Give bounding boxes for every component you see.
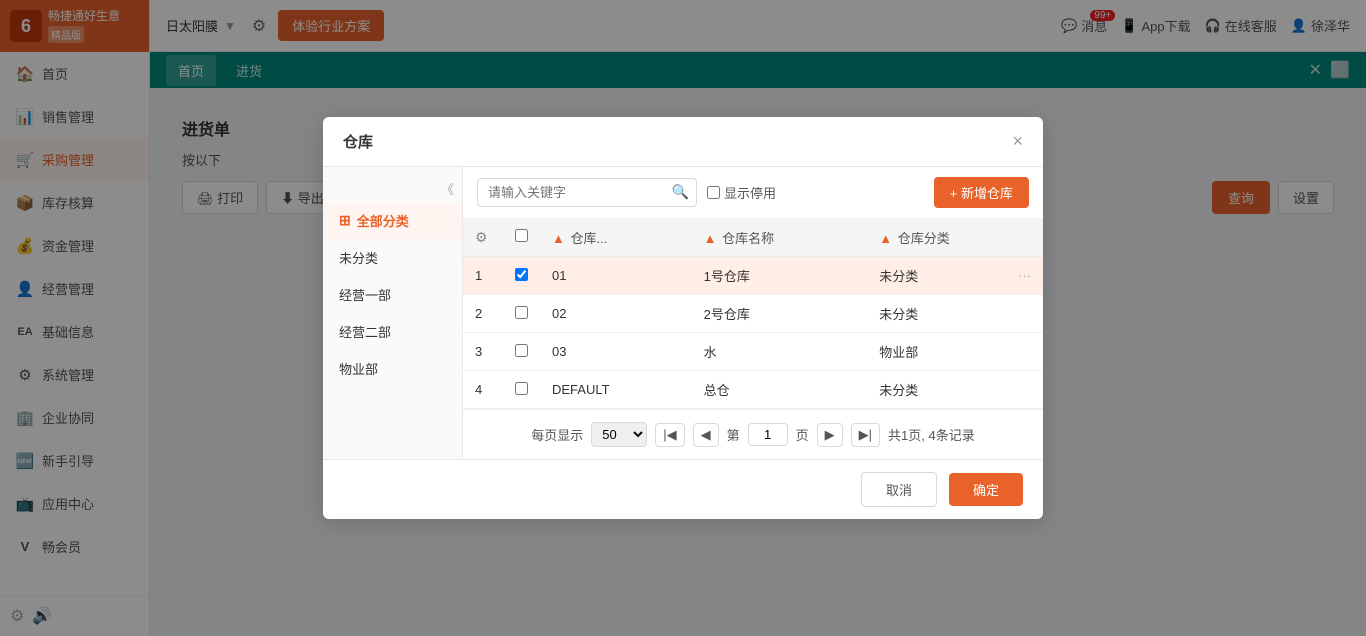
row-num: 3	[463, 333, 503, 371]
page-next-button[interactable]: ▶	[817, 423, 843, 447]
category-item-ops2[interactable]: 经营二部	[323, 313, 462, 350]
table-row[interactable]: 2 02 2号仓库 未分类	[463, 295, 1043, 333]
row-code: 02	[540, 295, 692, 333]
modal-main-content: 🔍 显示停用 + 新增仓库	[463, 167, 1043, 460]
table-row[interactable]: 3 03 水 物业部	[463, 333, 1043, 371]
row-checkbox[interactable]	[515, 306, 528, 319]
row-name: 总仓	[692, 371, 868, 409]
category-item-all[interactable]: ⊞ 全部分类	[323, 202, 462, 239]
warehouse-modal: 仓库 × 《 ⊞ 全部分类 未分类	[323, 117, 1043, 520]
row-name: 2号仓库	[692, 295, 868, 333]
gear-icon: ⚙	[475, 229, 488, 245]
row-checkbox-cell[interactable]	[503, 256, 540, 295]
page-last-button[interactable]: ▶|	[851, 423, 880, 447]
show-disabled-label: 显示停用	[707, 183, 776, 202]
row-category: 物业部	[867, 333, 1043, 371]
category-ops1-label: 经营一部	[339, 285, 391, 304]
th-checkbox[interactable]	[503, 219, 540, 257]
th-settings[interactable]: ⚙	[463, 219, 503, 257]
th-category: ▲ 仓库分类	[867, 219, 1043, 257]
row-checkbox[interactable]	[515, 382, 528, 395]
category-grid-icon: ⊞	[339, 212, 351, 229]
row-code: 03	[540, 333, 692, 371]
row-checkbox-cell[interactable]	[503, 333, 540, 371]
row-category: 未分类	[867, 295, 1043, 333]
pagination: 每页显示 50 100 |◀ ◀ 第 页 ▶ ▶|	[463, 409, 1043, 459]
chevron-left-icon: 《	[441, 179, 454, 198]
th-name: ▲ 仓库名称	[692, 219, 868, 257]
category-ops2-label: 经营二部	[339, 322, 391, 341]
modal-footer: 取消 确定	[323, 459, 1043, 519]
table-row[interactable]: 4 DEFAULT 总仓 未分类	[463, 371, 1043, 409]
row-num: 2	[463, 295, 503, 333]
th-category-label: 仓库分类	[898, 231, 950, 246]
row-checkbox-cell[interactable]	[503, 295, 540, 333]
category-item-property[interactable]: 物业部	[323, 350, 462, 387]
confirm-button[interactable]: 确定	[949, 473, 1023, 506]
page-first-button[interactable]: |◀	[655, 423, 684, 447]
category-all-label: 全部分类	[357, 211, 409, 230]
add-warehouse-button[interactable]: + 新增仓库	[934, 177, 1029, 208]
sort-name-icon: ▲	[704, 231, 717, 246]
category-item-uncategorized[interactable]: 未分类	[323, 239, 462, 276]
sidebar-collapse-button[interactable]: 《	[323, 175, 462, 202]
show-disabled-text: 显示停用	[724, 183, 776, 202]
main-area: 日太阳膜 ▼ ⚙ 体验行业方案 💬 消息 99+ 📱 App下载 🎧 在线客服 …	[150, 0, 1366, 636]
row-code: 01	[540, 256, 692, 295]
row-more-icon[interactable]: ···	[1018, 268, 1031, 283]
modal-header: 仓库 ×	[323, 117, 1043, 167]
th-name-label: 仓库名称	[722, 231, 774, 246]
row-checkbox[interactable]	[515, 344, 528, 357]
row-name: 1号仓库	[692, 256, 868, 295]
cancel-button[interactable]: 取消	[861, 472, 937, 507]
show-disabled-checkbox[interactable]	[707, 186, 720, 199]
search-icon[interactable]: 🔍	[672, 184, 689, 201]
row-code: DEFAULT	[540, 371, 692, 409]
per-page-select[interactable]: 50 100	[591, 422, 647, 447]
sort-cat-icon: ▲	[879, 231, 892, 246]
row-category: 未分类···	[867, 257, 1043, 295]
content-area: 进货单 按以下 🖨 打印 ⬇ 导出 ↻ 刷新 查询 设	[150, 88, 1366, 636]
table-row[interactable]: 1 01 1号仓库 未分类···	[463, 256, 1043, 295]
category-property-label: 物业部	[339, 359, 378, 378]
page-number-input[interactable]	[748, 423, 788, 446]
modal-title: 仓库	[343, 131, 373, 152]
page-text: 第	[727, 425, 740, 444]
row-category: 未分类	[867, 371, 1043, 409]
row-name: 水	[692, 333, 868, 371]
th-code: ▲ 仓库...	[540, 219, 692, 257]
per-page-label: 每页显示	[531, 425, 583, 444]
warehouse-table: ⚙ ▲ 仓库...	[463, 219, 1043, 410]
page-label: 页	[796, 425, 809, 444]
category-item-ops1[interactable]: 经营一部	[323, 276, 462, 313]
row-checkbox[interactable]	[515, 268, 528, 281]
row-checkbox-cell[interactable]	[503, 371, 540, 409]
search-input[interactable]	[477, 178, 697, 207]
th-code-label: 仓库...	[571, 231, 608, 246]
page-prev-button[interactable]: ◀	[693, 423, 719, 447]
category-uncategorized-label: 未分类	[339, 248, 378, 267]
modal-body: 《 ⊞ 全部分类 未分类 经营一部 经营二部	[323, 167, 1043, 460]
modal-close-button[interactable]: ×	[1012, 131, 1023, 152]
row-num: 1	[463, 256, 503, 295]
select-all-checkbox[interactable]	[515, 229, 528, 242]
category-sidebar: 《 ⊞ 全部分类 未分类 经营一部 经营二部	[323, 167, 463, 460]
sort-icon: ▲	[552, 231, 565, 246]
modal-toolbar: 🔍 显示停用 + 新增仓库	[463, 167, 1043, 219]
search-input-wrap: 🔍	[477, 178, 697, 207]
total-label: 共1页, 4条记录	[888, 425, 975, 444]
modal-overlay: 仓库 × 《 ⊞ 全部分类 未分类	[150, 88, 1366, 636]
row-num: 4	[463, 371, 503, 409]
